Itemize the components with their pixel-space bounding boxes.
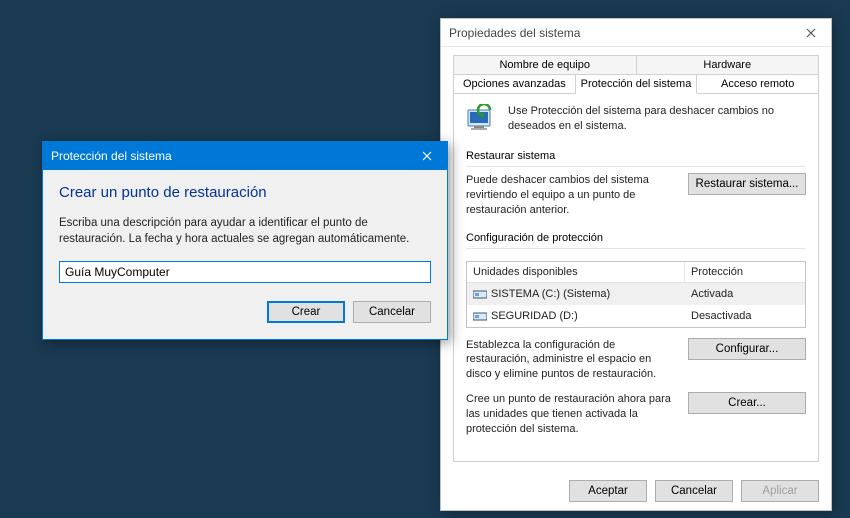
create-desc: Cree un punto de restauración ahora para… [466,392,676,437]
window-title: Propiedades del sistema [449,26,791,40]
window-title: Protección del sistema [51,149,407,163]
col-drives: Unidades disponibles [467,262,685,282]
drive-status: Activada [691,288,733,300]
tab-remote[interactable]: Acceso remoto [697,75,819,94]
drive-icon [473,288,487,300]
tab-computer-name[interactable]: Nombre de equipo [453,55,637,75]
create-restore-point-dialog: Protección del sistema Crear un punto de… [42,141,448,340]
dialog-footer: Aceptar Cancelar Aplicar [441,472,831,510]
tab-strip: Nombre de equipo Hardware Opciones avanz… [453,55,819,462]
cancel-button[interactable]: Cancelar [655,480,733,502]
create-button[interactable]: Crear [267,301,345,323]
description-input[interactable] [59,261,431,283]
tab-system-protection[interactable]: Protección del sistema [576,75,698,94]
drive-list[interactable]: Unidades disponibles Protección SISTEMA … [466,261,806,328]
col-protection: Protección [685,262,805,282]
close-button[interactable] [407,142,447,170]
restore-desc: Puede deshacer cambios del sistema revir… [466,173,676,218]
configure-button[interactable]: Configurar... [688,338,806,360]
protection-section-title: Configuración de protección [466,232,806,244]
drive-status: Desactivada [691,310,752,322]
apply-button[interactable]: Aplicar [741,480,819,502]
dialog-message: Escriba una descripción para ayudar a id… [59,215,431,247]
tab-advanced[interactable]: Opciones avanzadas [453,75,576,94]
tab-hardware[interactable]: Hardware [637,55,820,75]
create-button[interactable]: Crear... [688,392,806,414]
titlebar: Propiedades del sistema [441,19,831,47]
intro-text: Use Protección del sistema para deshacer… [508,104,806,136]
restore-system-button[interactable]: Restaurar sistema... [688,173,806,195]
ok-button[interactable]: Aceptar [569,480,647,502]
drive-row[interactable]: SEGURIDAD (D:) Desactivada [467,305,805,327]
restore-section-title: Restaurar sistema [466,150,806,162]
close-icon [806,28,816,38]
titlebar: Protección del sistema [43,142,447,170]
system-protection-icon [466,104,498,136]
system-properties-dialog: Propiedades del sistema Nombre de equipo… [440,18,832,511]
drive-name: SISTEMA (C:) (Sistema) [491,288,610,300]
dialog-heading: Crear un punto de restauración [59,184,431,201]
close-button[interactable] [791,19,831,47]
tab-panel: Use Protección del sistema para deshacer… [453,94,819,462]
close-icon [422,151,432,161]
drive-list-header: Unidades disponibles Protección [467,262,805,283]
drive-icon [473,310,487,322]
cancel-button[interactable]: Cancelar [353,301,431,323]
drive-row[interactable]: SISTEMA (C:) (Sistema) Activada [467,283,805,305]
configure-desc: Establezca la configuración de restaurac… [466,338,676,383]
drive-name: SEGURIDAD (D:) [491,310,578,322]
